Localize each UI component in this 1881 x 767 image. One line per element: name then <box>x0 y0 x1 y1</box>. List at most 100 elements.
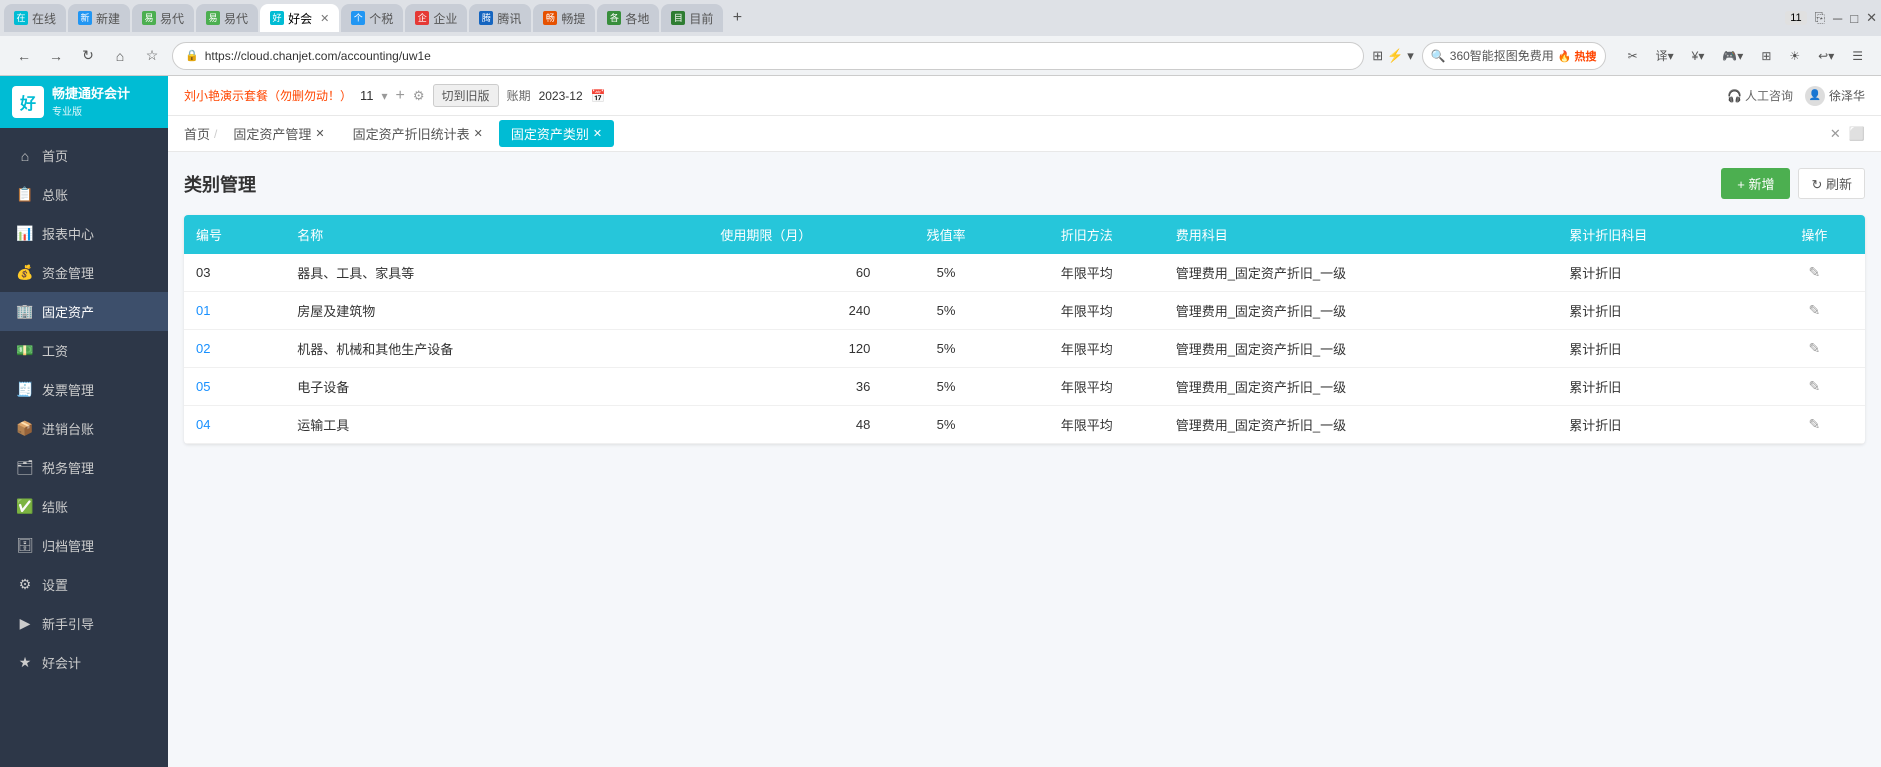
calendar-icon[interactable]: 📅 <box>591 89 606 103</box>
browser-tab-yidai1[interactable]: 易 易代 <box>132 4 194 32</box>
code-link-4[interactable]: 04 <box>196 417 210 432</box>
tab-close-fixed-mgmt[interactable]: ✕ <box>315 127 324 140</box>
tab-favicon-yidai1: 易 <box>142 11 156 25</box>
data-table: 编号 名称 使用期限（月） 残值率 折旧方法 费用科目 累计折旧科目 操作 03 <box>184 215 1865 444</box>
switch-version-button[interactable]: 切到旧版 <box>433 84 499 107</box>
menu-tool[interactable]: ☰ <box>1846 47 1869 65</box>
sidebar-item-fixed-assets[interactable]: 🏢 固定资产 <box>0 292 168 331</box>
translate-tool[interactable]: 译▾ <box>1650 45 1680 66</box>
tab-action-max[interactable]: □ <box>1850 11 1858 26</box>
funds-icon: 💰 <box>16 264 34 282</box>
app-layout: 好 畅捷通好会计 专业版 ⌂ 首页 📋 总账 📊 报表中心 💰 资金管理 <box>0 76 1881 767</box>
sidebar-label-settings: 设置 <box>42 575 68 594</box>
browser-tab-shumu[interactable]: 目 目前 <box>661 4 723 32</box>
settings-gear-icon[interactable]: ⚙ <box>413 88 425 104</box>
page-tab-fixed-asset-mgmt[interactable]: 固定资产管理 ✕ <box>221 120 336 147</box>
edit-icon-1[interactable]: ✎ <box>1808 302 1820 318</box>
undo-tool[interactable]: ↩▾ <box>1812 47 1840 65</box>
tab-close-haohe[interactable]: ✕ <box>320 12 329 25</box>
home-button[interactable]: ⌂ <box>108 44 132 68</box>
browser-tab-gedi[interactable]: 各 各地 <box>597 4 659 32</box>
tab-action-min[interactable]: ─ <box>1833 11 1842 26</box>
support-button[interactable]: 🎧 人工咨询 <box>1727 87 1793 104</box>
browser-tab-haohe[interactable]: 好 好会 ✕ <box>260 4 339 32</box>
tab-label-changte: 畅提 <box>561 10 585 27</box>
sidebar-item-hao[interactable]: ★ 好会计 <box>0 643 168 682</box>
page-tab-depreciation[interactable]: 固定资产折旧统计表 ✕ <box>341 120 495 147</box>
table-row: 02 机器、机械和其他生产设备 120 5% 年限平均 管理费用_固定资产折旧_… <box>184 330 1865 368</box>
sidebar-item-archive[interactable]: 🗄 归档管理 <box>0 526 168 565</box>
col-expense: 费用科目 <box>1164 215 1558 254</box>
edit-icon-3[interactable]: ✎ <box>1808 378 1820 394</box>
sidebar-item-ledger[interactable]: 📋 总账 <box>0 175 168 214</box>
new-tab-button[interactable]: + <box>725 6 749 30</box>
grid-tool[interactable]: ⊞ <box>1755 47 1777 65</box>
refresh-button[interactable]: ↻ 刷新 <box>1798 168 1865 199</box>
cell-method-3: 年限平均 <box>1010 368 1164 406</box>
cut-tool[interactable]: ✂ <box>1622 47 1644 65</box>
tab-close-depreciation[interactable]: ✕ <box>474 127 483 140</box>
dropdown-icon[interactable]: ▾ <box>1407 48 1414 64</box>
bookmark-button[interactable]: ☆ <box>140 44 164 68</box>
cell-action-0[interactable]: ✎ <box>1764 254 1865 292</box>
page-tab-category[interactable]: 固定资产类别 ✕ <box>499 120 614 147</box>
close-all-icon[interactable]: ✕ <box>1830 126 1841 142</box>
coupon-tool[interactable]: ¥▾ <box>1686 47 1711 65</box>
sidebar-label-payroll: 工资 <box>42 341 68 360</box>
forward-button[interactable]: → <box>44 44 68 68</box>
expand-icon[interactable]: ▾ <box>382 89 388 103</box>
add-icon[interactable]: + <box>396 87 405 105</box>
col-depreciation-acct: 累计折旧科目 <box>1557 215 1763 254</box>
sidebar-label-funds: 资金管理 <box>42 263 94 282</box>
game-tool[interactable]: 🎮▾ <box>1716 47 1749 65</box>
search-box[interactable]: 🔍 360智能抠图免费用 🔥 热搜 <box>1422 42 1606 70</box>
sidebar-item-funds[interactable]: 💰 资金管理 <box>0 253 168 292</box>
sidebar-item-guide[interactable]: ▶ 新手引导 <box>0 604 168 643</box>
back-button[interactable]: ← <box>12 44 36 68</box>
cell-action-3[interactable]: ✎ <box>1764 368 1865 406</box>
expand-tabs-icon[interactable]: ⬜ <box>1849 126 1865 142</box>
col-action: 操作 <box>1764 215 1865 254</box>
code-link-1[interactable]: 01 <box>196 303 210 318</box>
sidebar-item-home[interactable]: ⌂ 首页 <box>0 136 168 175</box>
browser-tab-xinjian[interactable]: 新 新建 <box>68 4 130 32</box>
edit-icon-2[interactable]: ✎ <box>1808 340 1820 356</box>
table-body: 03 器具、工具、家具等 60 5% 年限平均 管理费用_固定资产折旧_一级 累… <box>184 254 1865 444</box>
cell-period-4: 48 <box>650 406 883 444</box>
browser-tab-zaixian[interactable]: 在 在线 <box>4 4 66 32</box>
user-display-name: 徐泽华 <box>1829 87 1865 104</box>
browser-tab-yidai2[interactable]: 易 易代 <box>196 4 258 32</box>
sidebar-item-settings[interactable]: ⚙ 设置 <box>0 565 168 604</box>
code-link-3[interactable]: 05 <box>196 379 210 394</box>
browser-tab-geshui[interactable]: 个 个税 <box>341 4 403 32</box>
edit-icon-0[interactable]: ✎ <box>1808 264 1820 280</box>
browser-tab-changte[interactable]: 畅 畅提 <box>533 4 595 32</box>
code-link-2[interactable]: 02 <box>196 341 210 356</box>
sidebar-item-reports[interactable]: 📊 报表中心 <box>0 214 168 253</box>
lightning-icon[interactable]: ⚡ <box>1387 48 1403 64</box>
sidebar-item-settle[interactable]: ✅ 结账 <box>0 487 168 526</box>
cell-action-1[interactable]: ✎ <box>1764 292 1865 330</box>
sidebar-item-payroll[interactable]: 💵 工资 <box>0 331 168 370</box>
logo-icon: 好 <box>12 86 44 118</box>
brightness-tool[interactable]: ☀ <box>1783 47 1806 65</box>
browser-tab-tengxun[interactable]: 腾 腾讯 <box>469 4 531 32</box>
sidebar-item-inventory[interactable]: 📦 进销台账 <box>0 409 168 448</box>
cell-action-4[interactable]: ✎ <box>1764 406 1865 444</box>
user-info[interactable]: 👤 徐泽华 <box>1805 86 1865 106</box>
browser-tab-qiye[interactable]: 企 企业 <box>405 4 467 32</box>
cell-action-2[interactable]: ✎ <box>1764 330 1865 368</box>
url-bar[interactable]: 🔒 https://cloud.chanjet.com/accounting/u… <box>172 42 1364 70</box>
tab-action-copy[interactable]: ⎘ <box>1815 10 1825 26</box>
sidebar-item-tax[interactable]: 🗂 税务管理 <box>0 448 168 487</box>
tab-action-close[interactable]: ✕ <box>1866 10 1877 26</box>
page-tab-home[interactable]: 首页 <box>184 124 210 143</box>
device-icon[interactable]: ⊞ <box>1372 48 1383 64</box>
edit-icon-4[interactable]: ✎ <box>1808 416 1820 432</box>
reload-button[interactable]: ↻ <box>76 44 100 68</box>
add-button[interactable]: + 新增 <box>1721 168 1790 199</box>
sidebar-item-invoices[interactable]: 🧾 发票管理 <box>0 370 168 409</box>
cell-code-0: 03 <box>184 254 285 292</box>
ledger-icon: 📋 <box>16 186 34 204</box>
tab-close-category[interactable]: ✕ <box>593 127 602 140</box>
